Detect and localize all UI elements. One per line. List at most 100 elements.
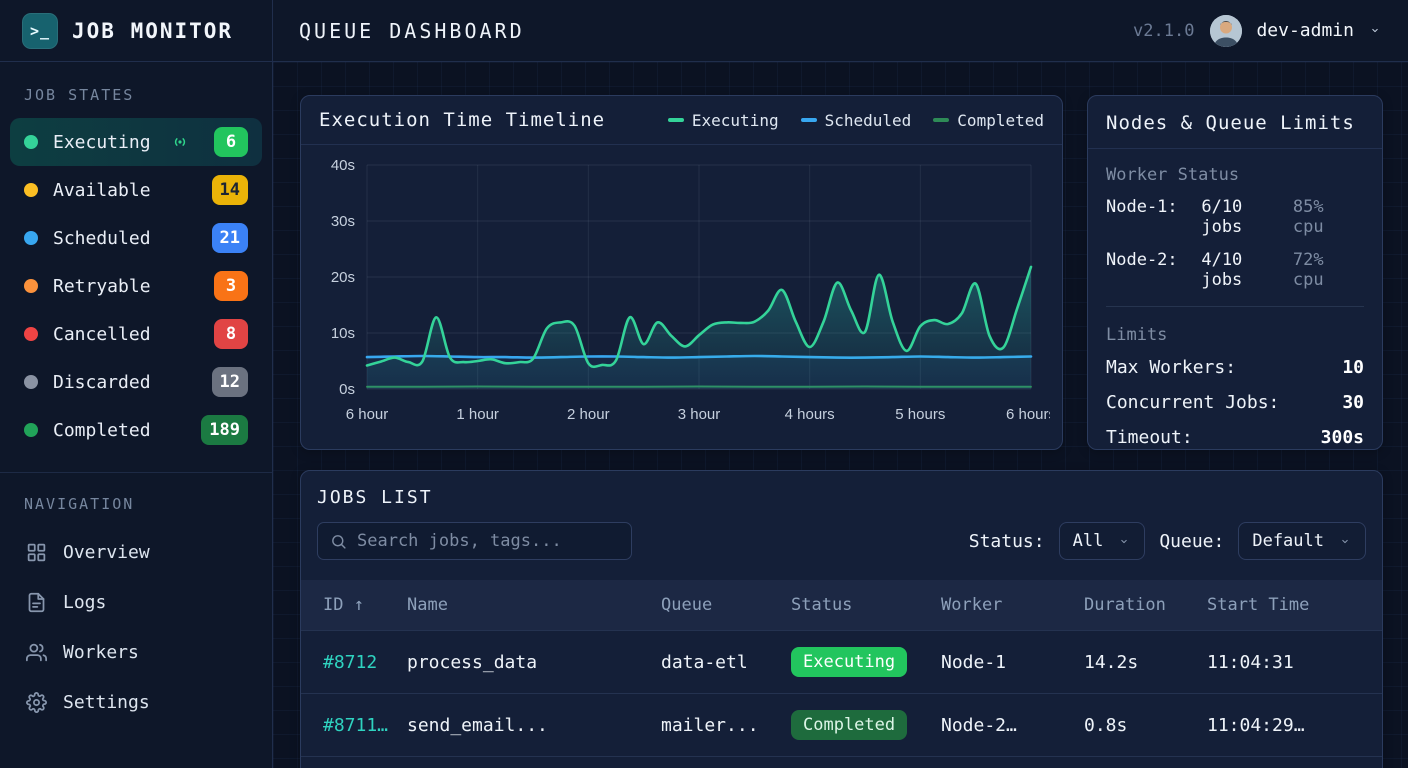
- state-dot: [24, 231, 38, 245]
- column-header[interactable]: Name: [407, 580, 661, 631]
- state-dot: [24, 327, 38, 341]
- nav-item-workers[interactable]: Workers: [10, 627, 262, 677]
- nodes-title: Nodes & Queue Limits: [1106, 112, 1355, 134]
- y-tick-label: 40s: [331, 157, 355, 174]
- layout: JOB STATES Executing 6 Available 14 Sche…: [0, 62, 1408, 768]
- nav-item-label: Logs: [63, 591, 107, 613]
- job-duration: 14.2s: [1084, 651, 1139, 673]
- nodes-card-header: Nodes & Queue Limits: [1088, 96, 1382, 149]
- limit-value: 300s: [1320, 427, 1364, 448]
- search-input[interactable]: [357, 531, 619, 551]
- version-label: v2.1.0: [1133, 20, 1195, 41]
- nav-list: Overview Logs Workers Settings: [0, 527, 272, 727]
- limit-label: Concurrent Jobs:: [1106, 392, 1280, 413]
- user-menu[interactable]: dev-admin: [1210, 14, 1382, 47]
- job-worker: Node-1: [941, 651, 1007, 673]
- x-tick-label: 2 hour: [567, 406, 610, 423]
- table-row[interactable]: #8712 process_data data-etl Executing Node-1…: [301, 630, 1382, 694]
- state-count-badge: 6: [214, 127, 248, 157]
- terminal-logo-icon: >_: [22, 12, 58, 49]
- gear-icon: [26, 691, 47, 713]
- state-label: Discarded: [53, 371, 151, 393]
- jobs-search[interactable]: [317, 522, 632, 560]
- worker-name: Node-1:: [1106, 197, 1178, 217]
- sidebar-state-executing[interactable]: Executing 6: [10, 118, 262, 166]
- limits-list: Max Workers: 10 Concurrent Jobs: 30 Timeout:…: [1106, 357, 1364, 448]
- limit-label: Max Workers:: [1106, 357, 1237, 378]
- state-label: Available: [53, 179, 151, 201]
- sidebar-state-scheduled[interactable]: Scheduled 21: [10, 214, 262, 262]
- topbar-main: QUEUE DASHBOARD v2.1.0 dev-admin: [273, 0, 1408, 61]
- legend-item-executing[interactable]: Executing: [667, 110, 779, 130]
- state-label: Completed: [53, 419, 151, 441]
- worker-status-row: Node-2: 4/10 jobs 72% cpu: [1106, 250, 1364, 290]
- job-duration: 0.8s: [1084, 757, 1207, 768]
- nav-item-label: Settings: [63, 691, 150, 713]
- sidebar-state-completed[interactable]: Completed 189: [10, 406, 262, 454]
- job-states-list: Executing 6 Available 14 Scheduled 21 Re…: [0, 118, 272, 454]
- nav-item-overview[interactable]: Overview: [10, 527, 262, 577]
- y-tick-label: 20s: [331, 269, 355, 286]
- page-title: QUEUE DASHBOARD: [299, 18, 525, 43]
- status-filter-value: All: [1072, 531, 1104, 551]
- column-header[interactable]: ID ↑: [301, 580, 407, 631]
- sidebar: JOB STATES Executing 6 Available 14 Sche…: [0, 62, 273, 768]
- column-header[interactable]: Duration: [1084, 580, 1207, 631]
- limit-value: 10: [1342, 357, 1364, 378]
- jobs-table-head: ID ↑ Name Queue Status Worker Duration Start T…: [301, 580, 1382, 631]
- state-dot: [24, 279, 38, 293]
- queue-filter-select[interactable]: Default: [1238, 522, 1366, 560]
- jobs-card: JOBS LIST Status: All Queue:: [300, 470, 1383, 768]
- column-header[interactable]: Queue: [661, 580, 791, 631]
- queue-filter-label: Queue:: [1159, 530, 1225, 552]
- legend-item-scheduled[interactable]: Scheduled: [800, 111, 911, 130]
- job-worker: Node-1: [941, 757, 1084, 768]
- job-id-link[interactable]: #8711…: [323, 715, 388, 736]
- legend-dash: [933, 118, 950, 122]
- brand-name: JOB MONITOR: [72, 18, 234, 43]
- avatar: [1210, 14, 1243, 47]
- topbar-right: v2.1.0 dev-admin: [1133, 14, 1382, 47]
- limit-value: 30: [1342, 392, 1364, 413]
- sidebar-state-discarded[interactable]: Discarded 12: [10, 358, 262, 406]
- column-header[interactable]: Worker: [941, 580, 1084, 631]
- state-dot: [24, 375, 38, 389]
- worker-cpu: 72% cpu: [1292, 250, 1324, 290]
- state-count-badge: 14: [211, 175, 248, 205]
- job-start-time: 11:04:29: [1207, 757, 1382, 768]
- nodes-divider: [1106, 306, 1364, 307]
- job-worker: Node-2…: [941, 714, 1017, 736]
- worker-jobs: 6/10 jobs: [1201, 197, 1243, 237]
- sidebar-state-cancelled[interactable]: Cancelled 8: [10, 310, 262, 358]
- job-id-link[interactable]: #8712: [323, 652, 377, 673]
- state-dot: [24, 183, 38, 197]
- file-icon: [26, 592, 47, 613]
- column-header[interactable]: Start Time: [1207, 580, 1382, 631]
- table-row[interactable]: #8710process_datamailerScheduledNode-10.…: [301, 756, 1382, 768]
- nav-item-label: Workers: [63, 641, 139, 663]
- y-tick-label: 30s: [331, 213, 355, 230]
- search-icon: [332, 534, 346, 549]
- sidebar-state-available[interactable]: Available 14: [10, 166, 262, 214]
- chevron-down-icon: [1121, 539, 1128, 543]
- x-tick-label: 1 hour: [456, 406, 499, 423]
- column-header[interactable]: Status: [791, 580, 941, 631]
- worker-name: Node-2:: [1106, 250, 1178, 270]
- x-tick-label: 4 hours: [785, 406, 835, 423]
- nav-item-settings[interactable]: Settings: [10, 677, 262, 727]
- legend-label: Executing: [691, 110, 779, 130]
- state-count-badge: 21: [211, 223, 248, 253]
- chevron-down-icon: [1372, 28, 1378, 33]
- live-broadcast-icon: [169, 133, 191, 151]
- table-row[interactable]: #8711… send_email... mailer... Completed Nod…: [301, 693, 1382, 757]
- sidebar-state-retryable[interactable]: Retryable 3: [10, 262, 262, 310]
- state-count-badge: 12: [211, 367, 248, 397]
- job-queue: mailer...: [661, 714, 759, 736]
- y-tick-label: 10s: [331, 325, 355, 342]
- job-name: process_data: [407, 651, 538, 673]
- legend-item-completed[interactable]: Completed: [933, 111, 1044, 130]
- status-filter-select[interactable]: All: [1058, 522, 1146, 560]
- worker-cpu: 85% cpu: [1292, 197, 1324, 237]
- nav-item-logs[interactable]: Logs: [10, 577, 262, 627]
- job-states-heading: JOB STATES: [24, 86, 135, 104]
